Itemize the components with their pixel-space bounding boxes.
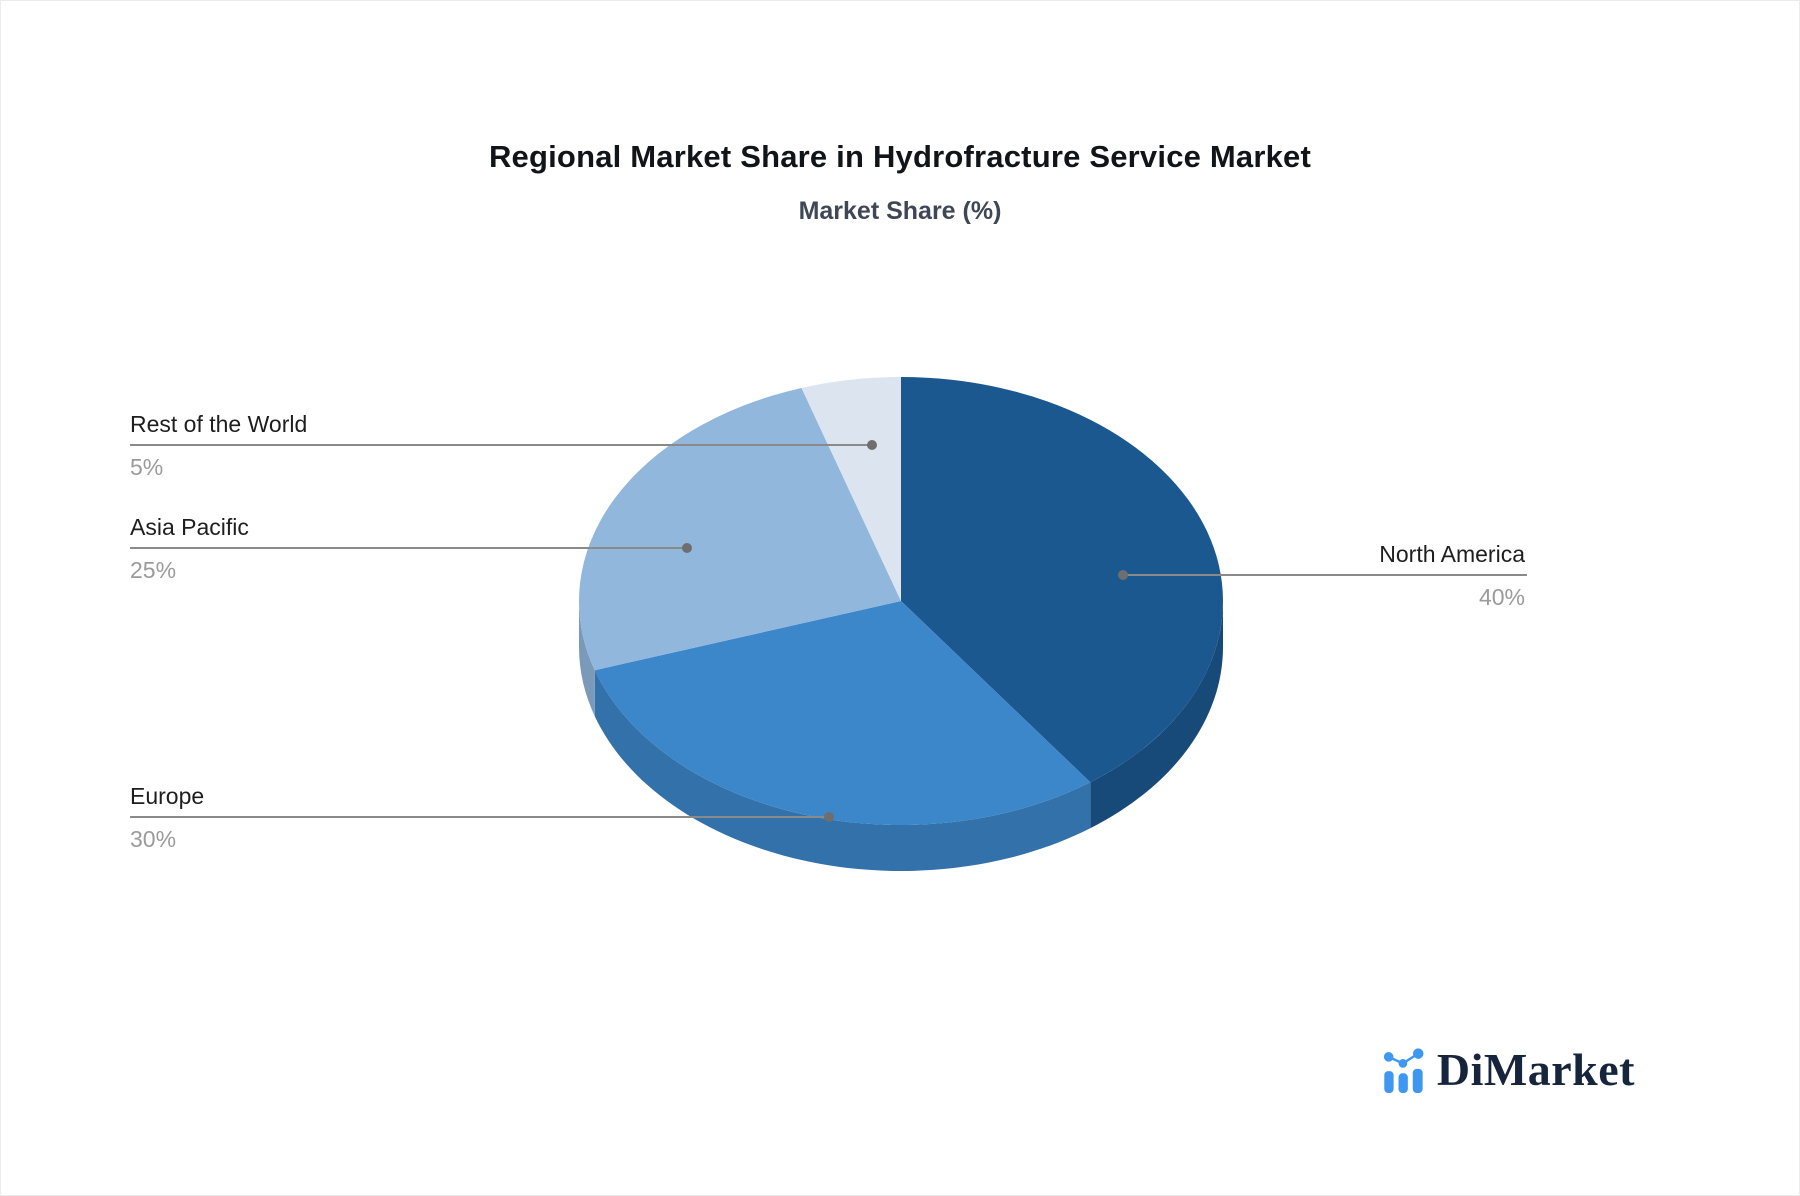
- dimarket-logo: DiMarket: [1383, 1043, 1635, 1096]
- slice-value-europe: 30%: [130, 826, 177, 852]
- slice-label-asia-pacific: Asia Pacific: [130, 514, 249, 540]
- slice-value-asia-pacific: 25%: [130, 557, 177, 583]
- leader-dot-europe: [824, 812, 834, 822]
- chart-canvas: Regional Market Share in Hydrofracture S…: [0, 0, 1800, 1196]
- bar-line-chart-icon: [1383, 1047, 1424, 1093]
- slice-value-rest-of-the-world: 5%: [130, 454, 164, 480]
- slice-label-europe: Europe: [130, 783, 205, 809]
- slice-label-rest-of-the-world: Rest of the World: [130, 411, 308, 437]
- pie-chart: [130, 377, 1527, 871]
- leader-dot-rest-of-the-world: [867, 440, 877, 450]
- slice-label-north-america: North America: [1379, 541, 1525, 567]
- leader-dot-asia-pacific: [682, 543, 692, 553]
- dimarket-logo-text: DiMarket: [1436, 1044, 1635, 1095]
- slice-value-north-america: 40%: [1478, 584, 1525, 610]
- leader-dot-north-america: [1118, 570, 1128, 580]
